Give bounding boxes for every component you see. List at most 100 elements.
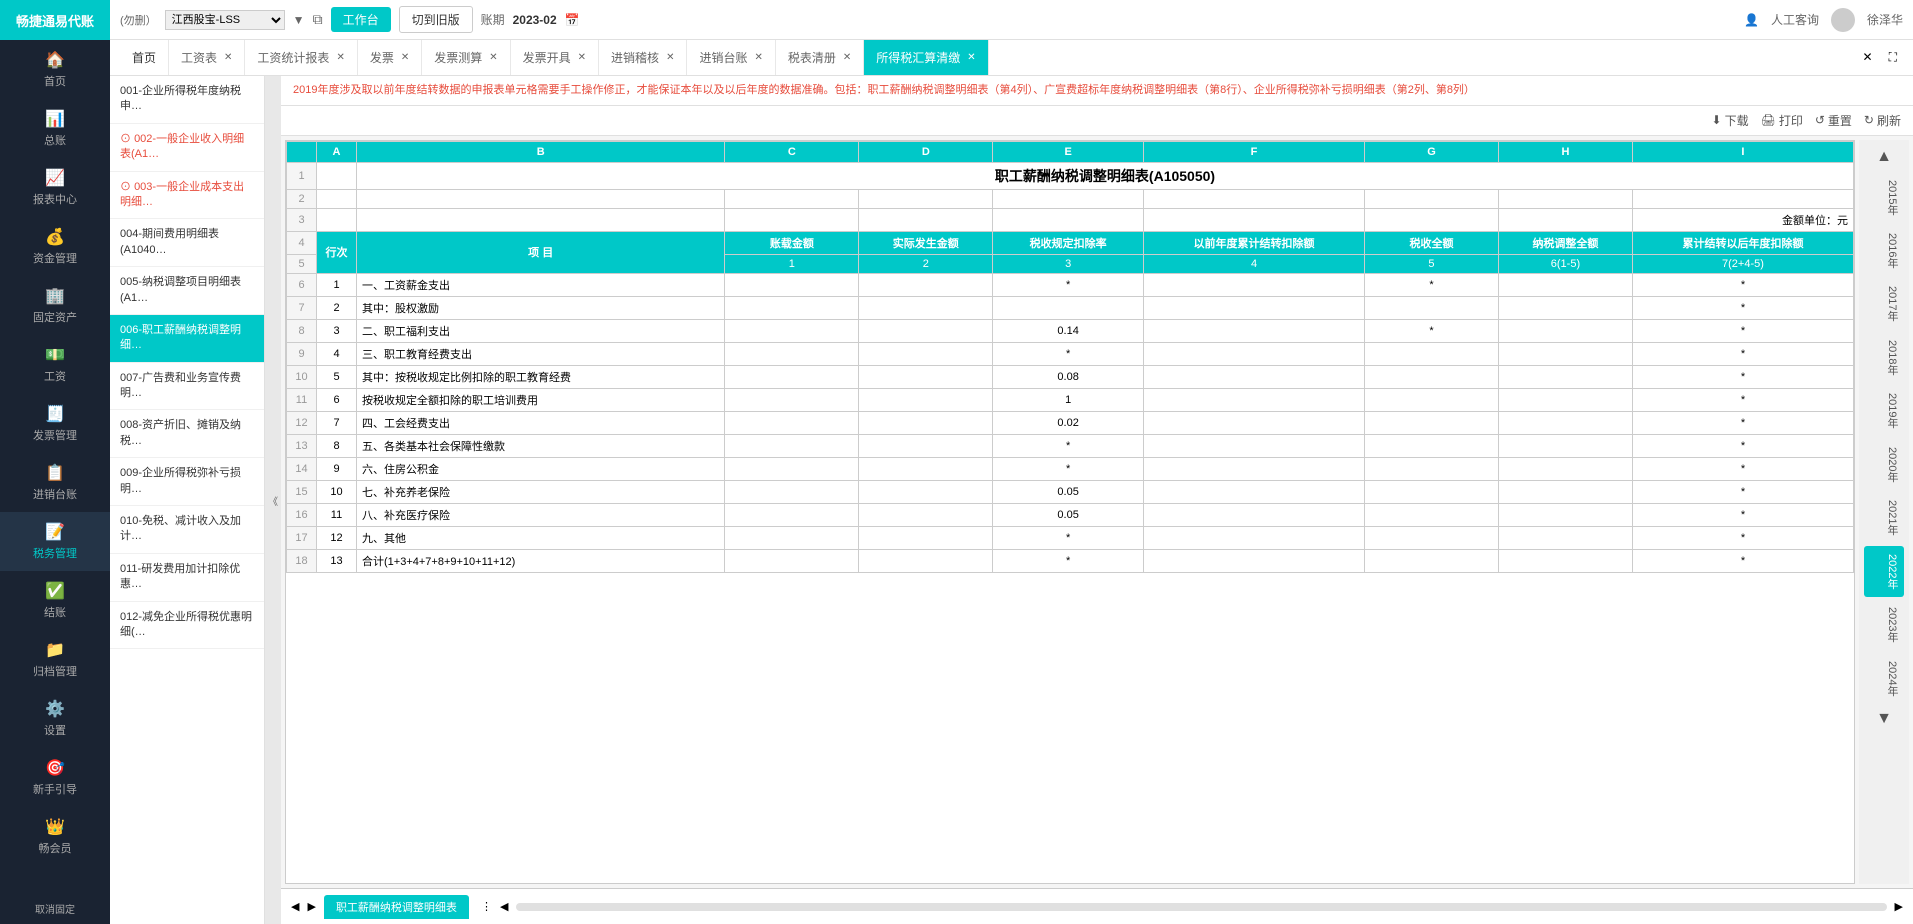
cell-3D[interactable] [859,208,993,231]
cell-f[interactable] [1143,526,1364,549]
cell-3G[interactable] [1365,208,1499,231]
tab-tax-register-close[interactable]: ✕ [843,52,851,63]
cell-item[interactable]: 按税收规定全额扣除的职工培训费用 [357,388,725,411]
copy-icon[interactable]: ⧉ [313,11,323,28]
cell-e[interactable]: 0.05 [993,480,1144,503]
cell-f[interactable] [1143,342,1364,365]
year-2018[interactable]: 2018年 [1864,332,1904,383]
cell-d[interactable] [859,319,993,342]
tab-payroll-stats-close[interactable]: ✕ [336,52,344,63]
cell-i[interactable]: * [1632,411,1853,434]
switch-button[interactable]: 切到旧版 [399,6,473,33]
cell-g[interactable] [1365,434,1499,457]
cell-item[interactable]: 九、其他 [357,526,725,549]
cell-g[interactable] [1365,503,1499,526]
cell-i[interactable]: * [1632,503,1853,526]
cell-i[interactable]: * [1632,365,1853,388]
cell-2G[interactable] [1365,189,1499,208]
cell-e[interactable]: * [993,342,1144,365]
cell-g[interactable] [1365,342,1499,365]
sidebar-item-payroll[interactable]: 💵 工资 [0,335,110,394]
cell-d[interactable] [859,434,993,457]
cell-f[interactable] [1143,434,1364,457]
tab-payroll-close[interactable]: ✕ [224,52,232,63]
sidebar-item-settings[interactable]: ⚙️ 设置 [0,689,110,748]
cell-item[interactable]: 八、补充医疗保险 [357,503,725,526]
cell-c[interactable] [725,319,859,342]
cell-g[interactable] [1365,411,1499,434]
tab-payroll-stats[interactable]: 工资统计报表 ✕ [245,40,357,76]
cell-h[interactable] [1498,296,1632,319]
sheet-tab[interactable]: 职工薪酬纳税调整明细表 [324,895,469,919]
year-2020[interactable]: 2020年 [1864,439,1904,490]
cell-row-num[interactable]: 4 [317,342,357,365]
sidebar-bottom-label[interactable]: 取消固定 [35,905,75,916]
sidebar-item-reports[interactable]: 📈 报表中心 [0,158,110,217]
tab-income-tax[interactable]: 所得税汇算清缴 ✕ [864,40,988,76]
cell-3C[interactable] [725,208,859,231]
tab-tax-register[interactable]: 税表清册 ✕ [776,40,864,76]
cell-2F[interactable] [1143,189,1364,208]
cell-item[interactable]: 其中：股权激励 [357,296,725,319]
year-2017[interactable]: 2017年 [1864,278,1904,329]
cell-i[interactable]: * [1632,526,1853,549]
print-button[interactable]: 🖨 打印 [1761,112,1803,129]
sidebar-item-member[interactable]: 👑 畅会员 [0,807,110,866]
tab-invoice[interactable]: 发票 ✕ [358,40,422,76]
cell-row-num[interactable]: 13 [317,549,357,572]
cell-row-num[interactable]: 7 [317,411,357,434]
cell-e[interactable]: 0.05 [993,503,1144,526]
tab-expand-icon[interactable]: ⛶ [1883,50,1903,65]
sidebar-item-purchases[interactable]: 📋 进销台账 [0,453,110,512]
cell-d[interactable] [859,342,993,365]
cell-f[interactable] [1143,411,1364,434]
cell-e[interactable]: 1 [993,388,1144,411]
cell-g[interactable] [1365,526,1499,549]
tab-income-tax-close[interactable]: ✕ [967,52,975,63]
cell-2A[interactable] [317,189,357,208]
cell-2D[interactable] [859,189,993,208]
cell-d[interactable] [859,411,993,434]
tab-close-icon[interactable]: ✕ [1857,50,1879,65]
cell-item[interactable]: 二、职工福利支出 [357,319,725,342]
cell-d[interactable] [859,549,993,572]
cell-f[interactable] [1143,549,1364,572]
cell-g[interactable]: * [1365,273,1499,296]
cell-g[interactable] [1365,457,1499,480]
cell-row-num[interactable]: 12 [317,526,357,549]
cell-h[interactable] [1498,319,1632,342]
cell-f[interactable] [1143,273,1364,296]
cell-2B[interactable] [357,189,725,208]
year-scroll-down[interactable]: ▼ [1872,706,1896,732]
left-item-005[interactable]: 005-纳税调整项目明细表(A1… [110,267,264,315]
sidebar-item-home[interactable]: 🏠 首页 [0,40,110,99]
help-label[interactable]: 人工客询 [1771,11,1819,28]
sidebar-item-archive[interactable]: 📁 归档管理 [0,630,110,689]
cell-i[interactable]: * [1632,434,1853,457]
cell-item[interactable]: 六、住房公积金 [357,457,725,480]
company-dropdown-icon[interactable]: ▼ [293,13,305,27]
cell-g[interactable] [1365,480,1499,503]
year-2016[interactable]: 2016年 [1864,225,1904,276]
cell-item[interactable]: 四、工会经费支出 [357,411,725,434]
sidebar-item-guide[interactable]: 🎯 新手引导 [0,748,110,807]
cell-h[interactable] [1498,526,1632,549]
cell-3B[interactable] [357,208,725,231]
sheet-menu-icon[interactable]: ⋮ [481,900,492,913]
tab-payroll[interactable]: 工资表 ✕ [169,40,245,76]
left-item-007[interactable]: 007-广告费和业务宣传费明… [110,363,264,411]
cell-c[interactable] [725,342,859,365]
left-item-012[interactable]: 012-减免企业所得税优惠明细(… [110,602,264,650]
left-item-010[interactable]: 010-免税、减计收入及加计… [110,506,264,554]
cell-e[interactable]: 0.02 [993,411,1144,434]
cell-row-num[interactable]: 9 [317,457,357,480]
cell-2I[interactable] [1632,189,1853,208]
reset-button[interactable]: ↺ 重置 [1815,112,1852,129]
cell-e[interactable]: 0.08 [993,365,1144,388]
cell-i[interactable]: * [1632,480,1853,503]
cell-i[interactable]: * [1632,296,1853,319]
cell-e[interactable]: * [993,526,1144,549]
cell-c[interactable] [725,480,859,503]
cell-f[interactable] [1143,365,1364,388]
cell-3F[interactable] [1143,208,1364,231]
